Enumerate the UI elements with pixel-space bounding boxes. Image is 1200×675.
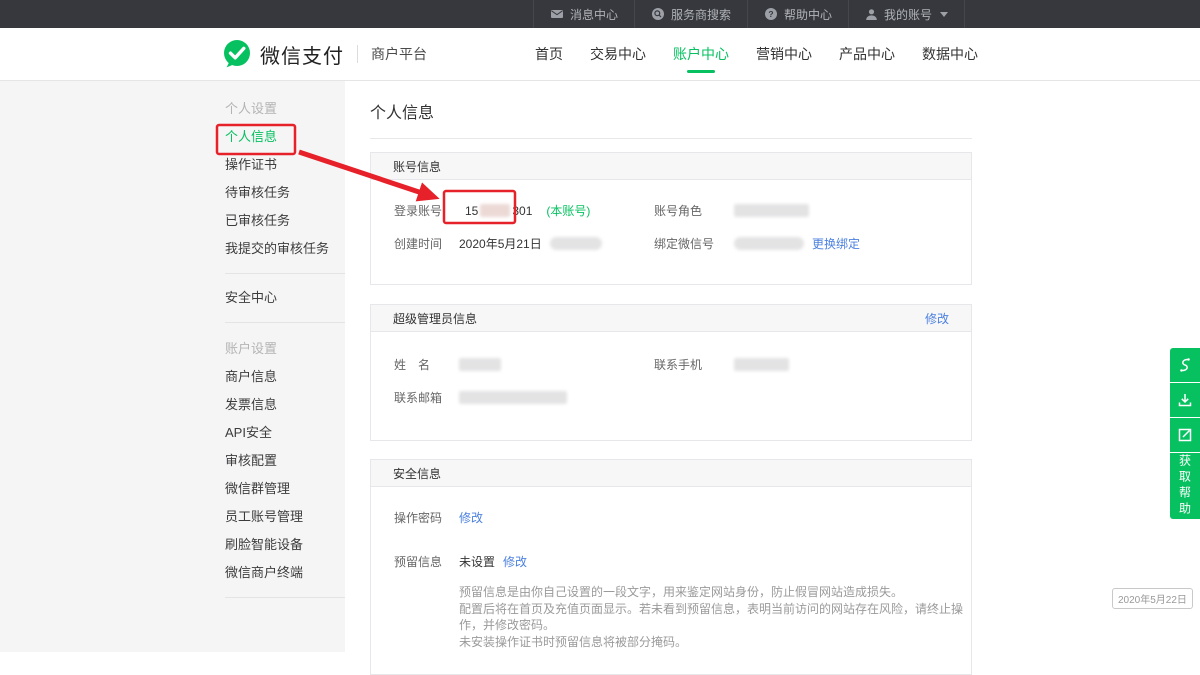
note-line: 配置后将在首页及充值页面显示。若未看到预留信息，表明当前访问的网站存在风险，请终…: [459, 601, 971, 634]
sidebar-group-title-account: 账户设置: [225, 335, 345, 363]
reserved-info-notes: 预留信息是由你自己设置的一段文字，用来鉴定网站身份，防止假冒网站造成损失。 配置…: [459, 584, 971, 650]
chevron-down-icon: [940, 12, 948, 17]
login-account-value: 15 301: [459, 204, 538, 218]
reserved-info-status: 未设置: [459, 553, 495, 570]
account-info-panel: 账号信息 登录账号 15 301 (本账号) 账号角色: [370, 152, 972, 285]
brand-portal: 商户平台: [371, 44, 427, 64]
header: 微信支付 商户平台 首页 交易中心 账户中心 营销中心 产品中心 数据中心: [0, 28, 1200, 81]
page-title: 个人信息: [370, 99, 972, 123]
sidebar-item-operation-cert[interactable]: 操作证书: [225, 151, 345, 179]
topbar-item-help-center[interactable]: ? 帮助中心: [747, 0, 848, 28]
svg-text:?: ?: [768, 9, 773, 19]
operation-password-label: 操作密码: [394, 509, 459, 526]
nav-data-center[interactable]: 数据中心: [922, 28, 978, 80]
edit-icon: [1177, 427, 1193, 443]
floating-toolbar: 获取帮助: [1170, 348, 1200, 519]
link-icon: [1177, 357, 1193, 373]
nav-account-center[interactable]: 账户中心: [673, 28, 729, 80]
sidebar-item-face-devices[interactable]: 刷脸智能设备: [225, 531, 345, 559]
created-time-value: 2020年5月21日: [459, 235, 542, 252]
censored-wechat-value: [734, 237, 804, 250]
brand: 微信支付 商户平台: [222, 39, 427, 69]
question-icon: ?: [764, 7, 778, 21]
download-button[interactable]: [1170, 383, 1200, 417]
wechat-pay-logo-icon: [222, 39, 252, 69]
sidebar-divider: [225, 597, 345, 598]
nav-product-center[interactable]: 产品中心: [839, 28, 895, 80]
sidebar-item-invoice-info[interactable]: 发票信息: [225, 391, 345, 419]
admin-name-label: 姓 名: [394, 356, 459, 373]
login-account-label: 登录账号: [394, 202, 459, 219]
rebind-link[interactable]: 更换绑定: [812, 235, 860, 252]
censored-role-value: [734, 204, 809, 217]
admin-edit-link[interactable]: 修改: [925, 310, 949, 327]
note-line: 预留信息是由你自己设置的一段文字，用来鉴定网站身份，防止假冒网站造成损失。: [459, 584, 971, 601]
bound-wechat-label: 绑定微信号: [654, 235, 734, 252]
security-panel-title: 安全信息: [393, 465, 441, 482]
censored-phone-value: [734, 358, 789, 371]
reserved-edit-link[interactable]: 修改: [503, 553, 527, 570]
nav-home[interactable]: 首页: [535, 28, 563, 80]
contact-email-label: 联系邮箱: [394, 389, 459, 406]
sidebar-item-merchant-terminal[interactable]: 微信商户终端: [225, 559, 345, 587]
topbar-item-label: 我的账号: [884, 6, 932, 23]
topbar-item-messages[interactable]: 消息中心: [533, 0, 634, 28]
password-edit-link[interactable]: 修改: [459, 509, 483, 526]
sidebar-item-security-center[interactable]: 安全中心: [225, 284, 345, 312]
topbar-item-my-account[interactable]: 我的账号: [848, 0, 965, 28]
title-divider: [370, 138, 972, 139]
brand-divider: [357, 45, 358, 63]
reserved-info-label: 预留信息: [394, 553, 459, 570]
sidebar-divider: [225, 273, 345, 274]
admin-panel-title: 超级管理员信息: [393, 310, 477, 327]
brand-name: 微信支付: [260, 40, 344, 69]
get-help-button[interactable]: 获取帮助: [1170, 453, 1200, 519]
sidebar-item-review-config[interactable]: 审核配置: [225, 447, 345, 475]
created-time-label: 创建时间: [394, 235, 459, 252]
main-content: 个人信息 账号信息 登录账号 15 301: [345, 81, 1200, 652]
search-icon: [651, 7, 665, 21]
security-info-panel: 安全信息 操作密码 修改 预留信息 未设置 修改: [370, 459, 972, 675]
sidebar: 个人设置 个人信息 操作证书 待审核任务 已审核任务 我提交的审核任务 安全中心…: [0, 81, 345, 652]
sidebar-item-reviewed-tasks[interactable]: 已审核任务: [225, 207, 345, 235]
sidebar-group-title-personal: 个人设置: [225, 95, 345, 123]
contact-phone-label: 联系手机: [654, 356, 734, 373]
sidebar-item-api-security[interactable]: API安全: [225, 419, 345, 447]
topbar-item-label: 帮助中心: [784, 6, 832, 23]
feedback-button[interactable]: [1170, 418, 1200, 452]
censored-created-extra: [550, 237, 602, 250]
topbar-item-service-search[interactable]: 服务商搜索: [634, 0, 747, 28]
sidebar-divider: [225, 322, 345, 323]
mail-icon: [550, 7, 564, 21]
sidebar-item-staff-accounts[interactable]: 员工账号管理: [225, 503, 345, 531]
current-account-tag: (本账号): [546, 202, 590, 219]
nav-transaction-center[interactable]: 交易中心: [590, 28, 646, 80]
download-icon: [1177, 392, 1193, 408]
topbar-item-label: 服务商搜索: [671, 6, 731, 23]
censored-name-value: [459, 358, 501, 371]
topbar-item-label: 消息中心: [570, 6, 618, 23]
sidebar-item-my-submitted-tasks[interactable]: 我提交的审核任务: [225, 235, 345, 263]
user-icon: [865, 8, 878, 21]
main-nav: 首页 交易中心 账户中心 营销中心 产品中心 数据中心: [508, 28, 978, 80]
sidebar-item-pending-tasks[interactable]: 待审核任务: [225, 179, 345, 207]
topbar: 消息中心 服务商搜索 ? 帮助中心 我的账号: [0, 0, 1200, 28]
account-role-label: 账号角色: [654, 202, 734, 219]
note-line: 未安装操作证书时预留信息将被部分掩码。: [459, 634, 971, 651]
account-panel-title: 账号信息: [393, 158, 441, 175]
link-icon-button[interactable]: [1170, 348, 1200, 382]
censored-login-middle: [480, 204, 510, 217]
sidebar-item-wechat-group[interactable]: 微信群管理: [225, 475, 345, 503]
sidebar-item-personal-info[interactable]: 个人信息: [225, 123, 345, 151]
super-admin-panel: 超级管理员信息 修改 姓 名 联系手机 联系邮箱: [370, 304, 972, 441]
sidebar-item-merchant-info[interactable]: 商户信息: [225, 363, 345, 391]
censored-email-value: [459, 391, 567, 404]
nav-marketing-center[interactable]: 营销中心: [756, 28, 812, 80]
